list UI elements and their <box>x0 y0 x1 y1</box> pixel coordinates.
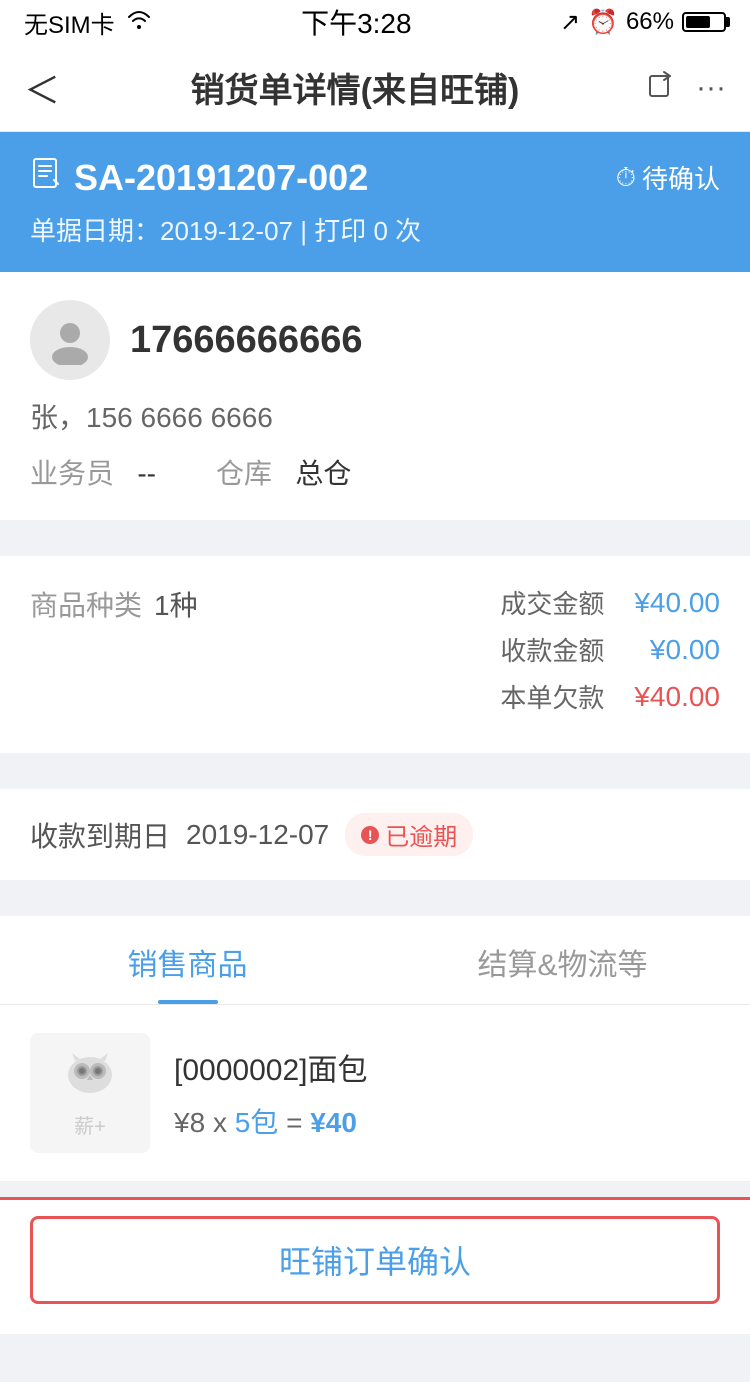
overdue-badge: ! 已逾期 <box>345 813 473 856</box>
separator-3 <box>0 900 750 916</box>
order-date-row: 单据日期：2019-12-07 | 打印 0 次 <box>30 211 720 248</box>
product-name: [0000002]面包 <box>174 1045 367 1089</box>
warehouse-info: 仓库 总仓 <box>216 452 351 492</box>
deal-amount-value: ¥40.00 <box>634 587 720 619</box>
avatar <box>30 300 110 380</box>
nav-bar: ＜ 销货单详情(来自旺铺) ··· <box>0 44 750 132</box>
separator-2 <box>0 773 750 789</box>
product-qty: 5包 <box>235 1107 279 1138</box>
tab-settlement[interactable]: 结算&物流等 <box>375 916 750 1004</box>
customer-phone: 17666666666 <box>130 319 362 362</box>
customer-row: 17666666666 <box>30 300 720 380</box>
sales-info: 业务员 -- <box>30 452 156 492</box>
order-id-row: SA-20191207-002 ⏱ 待确认 <box>30 156 720 199</box>
deal-amount-row: 成交金额 ¥40.00 <box>500 584 720 621</box>
warehouse-value: 总仓 <box>295 458 351 489</box>
bottom-bar: 旺铺订单确认 <box>0 1197 750 1334</box>
received-amount-label: 收款金额 <box>500 631 604 668</box>
battery-percentage: 66% <box>626 8 674 36</box>
share-icon[interactable] <box>644 66 680 110</box>
customer-meta: 业务员 -- 仓库 总仓 <box>30 452 720 492</box>
warehouse-label: 仓库 <box>216 458 272 489</box>
overdue-text: 已逾期 <box>385 817 457 852</box>
status-bar: 无SIM卡 下午3:28 ↗ ⏰ 66% <box>0 0 750 44</box>
due-date-section: 收款到期日 2019-12-07 ! 已逾期 <box>0 789 750 880</box>
due-date-label: 收款到期日 <box>30 815 170 855</box>
table-row: 薪+ [0000002]面包 ¥8 x 5包 = ¥40 <box>0 1005 750 1182</box>
product-thumbnail: 薪+ <box>30 1033 150 1153</box>
order-id: SA-20191207-002 <box>30 156 368 199</box>
sales-label: 业务员 <box>30 458 114 489</box>
owed-amount-row: 本单欠款 ¥40.00 <box>500 678 720 715</box>
summary-right: 成交金额 ¥40.00 收款金额 ¥0.00 本单欠款 ¥40.00 <box>500 584 720 725</box>
product-logo <box>60 1047 120 1106</box>
page-title: 销货单详情(来自旺铺) <box>84 63 626 112</box>
status-bar-left: 无SIM卡 <box>24 5 153 40</box>
back-button[interactable]: ＜ <box>24 62 84 114</box>
deal-amount-label: 成交金额 <box>500 584 604 621</box>
product-info: [0000002]面包 ¥8 x 5包 = ¥40 <box>174 1045 367 1141</box>
overdue-warning-icon: ! <box>361 826 379 844</box>
status-bar-time: 下午3:28 <box>301 2 412 42</box>
status-clock-icon: ⏱ <box>616 162 636 194</box>
summary-section: 商品种类 1种 成交金额 ¥40.00 收款金额 ¥0.00 本单欠款 ¥40.… <box>0 556 750 753</box>
separator-1 <box>0 540 750 556</box>
tabs-row: 销售商品 结算&物流等 <box>0 916 750 1005</box>
order-status: ⏱ 待确认 <box>616 159 720 196</box>
brand-label: 薪+ <box>74 1110 106 1139</box>
confirm-order-button[interactable]: 旺铺订单确认 <box>30 1216 720 1304</box>
owed-amount-value: ¥40.00 <box>634 681 720 713</box>
due-date-value: 2019-12-07 <box>186 819 329 851</box>
tabs-section: 销售商品 结算&物流等 <box>0 916 750 1005</box>
status-bar-right: ↗ ⏰ 66% <box>560 8 726 37</box>
owed-amount-label: 本单欠款 <box>500 678 604 715</box>
battery-icon <box>682 12 726 32</box>
sales-value: -- <box>137 458 156 489</box>
product-kind-value: 1种 <box>154 584 198 624</box>
product-list: 薪+ [0000002]面包 ¥8 x 5包 = ¥40 <box>0 1005 750 1182</box>
product-total: ¥40 <box>310 1107 357 1138</box>
alarm-icon: ⏰ <box>588 8 618 37</box>
wifi-icon <box>125 8 153 36</box>
more-icon[interactable]: ··· <box>696 71 726 105</box>
customer-name: 张，156 6666 6666 <box>30 396 720 436</box>
location-icon: ↗ <box>560 8 580 37</box>
product-kind-label: 商品种类 <box>30 584 142 624</box>
received-amount-value: ¥0.00 <box>650 634 720 666</box>
received-amount-row: 收款金额 ¥0.00 <box>500 631 720 668</box>
carrier-label: 无SIM卡 <box>24 5 115 40</box>
nav-actions: ··· <box>626 66 726 110</box>
tab-products[interactable]: 销售商品 <box>0 916 375 1004</box>
summary-left: 商品种类 1种 <box>30 584 198 624</box>
customer-section: 17666666666 张，156 6666 6666 业务员 -- 仓库 总仓 <box>0 272 750 520</box>
product-price: ¥8 x 5包 = ¥40 <box>174 1101 367 1141</box>
order-id-icon <box>30 156 64 199</box>
order-header: SA-20191207-002 ⏱ 待确认 单据日期：2019-12-07 | … <box>0 132 750 272</box>
